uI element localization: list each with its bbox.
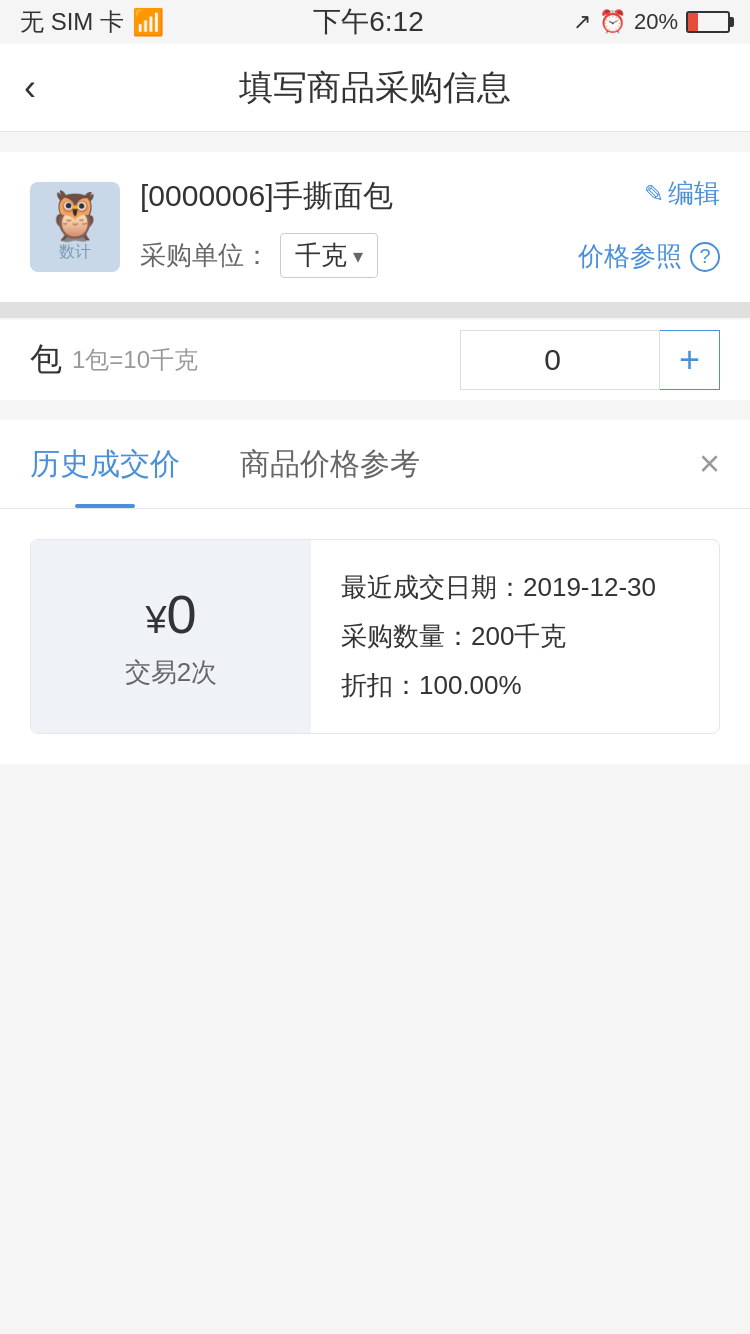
status-bar: 无 SIM 卡 📶 下午6:12 ↗ ⏰ 20% [0,0,750,44]
quantity-input[interactable] [460,330,660,390]
chevron-down-icon: ▾ [353,244,363,268]
quantity-input-group: + [460,330,720,390]
unit-value: 千克 [295,238,347,273]
product-card: 🦉 数计 [0000006]手撕面包 采购单位： 千克 ▾ ✎ 编辑 [0,152,750,302]
unit-label: 采购单位： [140,238,270,273]
tabs-header: 历史成交价 商品价格参考 × [0,420,750,508]
status-left: 无 SIM 卡 📶 [20,6,164,38]
product-right: ✎ 编辑 价格参照 ? [578,176,720,274]
unit-select[interactable]: 千克 ▾ [280,233,378,278]
edit-label: 编辑 [668,176,720,211]
tabs-list: 历史成交价 商品价格参考 [30,420,699,508]
product-info: [0000006]手撕面包 采购单位： 千克 ▾ [140,176,393,278]
price-value: 0 [167,584,197,644]
location-icon: ↗ [573,9,591,35]
price-amount: ¥0 [145,583,196,645]
status-right: ↗ ⏰ 20% [573,9,730,35]
price-card-right: 最近成交日期：2019-12-30 采购数量：200千克 折扣：100.00% [311,540,719,733]
product-name: [0000006]手撕面包 [140,176,393,217]
edit-button[interactable]: ✎ 编辑 [644,176,720,211]
currency-symbol: ¥ [145,599,166,641]
price-ref-info-icon[interactable]: ? [690,242,720,272]
discount-value: 100.00% [419,670,522,700]
product-logo-text: 数计 [59,242,91,263]
price-purchase-qty: 采购数量：200千克 [341,619,689,654]
quantity-plus-button[interactable]: + [660,330,720,390]
product-thumbnail: 🦉 数计 [30,182,120,272]
tab-active-underline [75,504,135,508]
battery-percent: 20% [634,9,678,35]
main-content-area [0,764,750,1334]
separator-bar [0,302,750,318]
product-header: 🦉 数计 [0000006]手撕面包 采购单位： 千克 ▾ ✎ 编辑 [30,176,720,278]
tabs-close-button[interactable]: × [699,443,720,485]
product-unit-row: 采购单位： 千克 ▾ [140,233,393,278]
price-recent-date: 最近成交日期：2019-12-30 [341,570,689,605]
nav-bar: ‹ 填写商品采购信息 [0,44,750,132]
price-card-left: ¥0 交易2次 [31,540,311,733]
no-sim-text: 无 SIM 卡 [20,6,124,38]
recent-date-value: 2019-12-30 [523,572,656,602]
battery-icon [686,11,730,33]
purchase-qty-label: 采购数量： [341,621,471,651]
edit-icon: ✎ [644,180,664,208]
product-logo-icon: 🦉 [45,192,105,240]
quantity-section: 包 1包=10千克 + [0,320,750,400]
product-left: 🦉 数计 [0000006]手撕面包 采购单位： 千克 ▾ [30,176,393,278]
wifi-icon: 📶 [132,7,164,38]
discount-label: 折扣： [341,670,419,700]
history-content: ¥0 交易2次 最近成交日期：2019-12-30 采购数量：200千克 折扣：… [0,509,750,764]
quantity-label: 包 1包=10千克 [30,338,198,382]
tab-history-price[interactable]: 历史成交价 [30,420,180,508]
tabs-container: 历史成交价 商品价格参考 × [0,420,750,509]
price-ref-row: 价格参照 ? [578,239,720,274]
price-card: ¥0 交易2次 最近成交日期：2019-12-30 采购数量：200千克 折扣：… [30,539,720,734]
status-time: 下午6:12 [313,3,424,41]
price-ref-button[interactable]: 价格参照 [578,239,682,274]
alarm-icon: ⏰ [599,9,626,35]
tab-product-price-ref[interactable]: 商品价格参考 [240,420,420,508]
recent-date-label: 最近成交日期： [341,572,523,602]
price-discount: 折扣：100.00% [341,668,689,703]
back-button[interactable]: ‹ [24,67,36,109]
page-title: 填写商品采购信息 [239,65,511,111]
price-trades: 交易2次 [125,655,217,690]
purchase-qty-value: 200千克 [471,621,566,651]
bao-unit-desc: 1包=10千克 [72,344,198,376]
bao-unit-char: 包 [30,338,62,382]
